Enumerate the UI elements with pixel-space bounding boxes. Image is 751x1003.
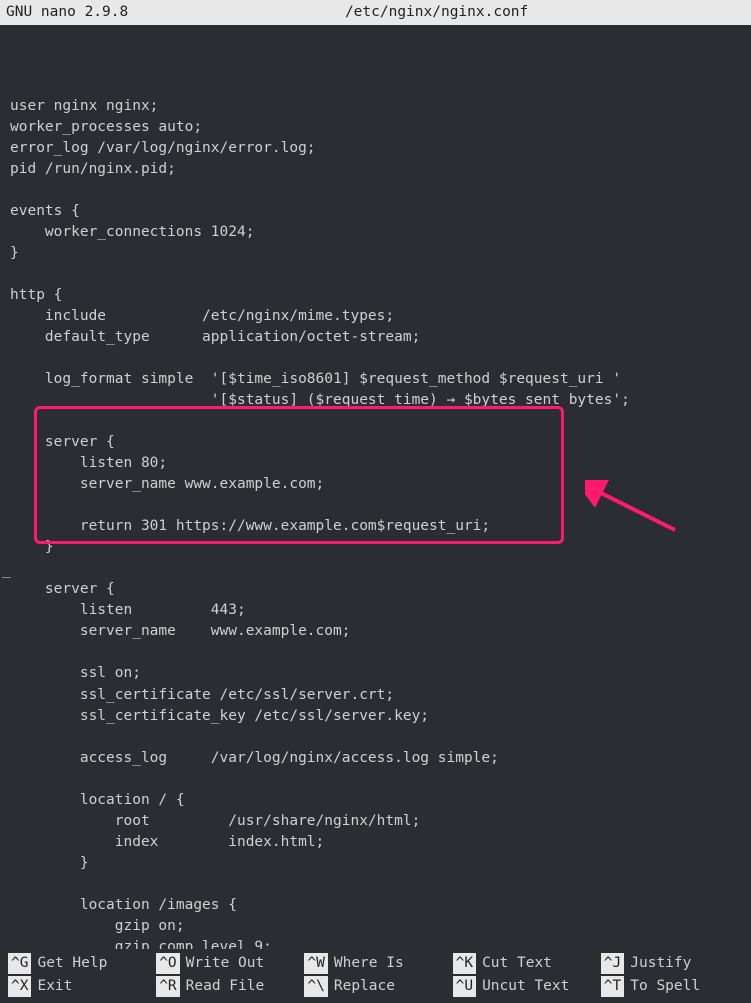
shortcut-key: ^O <box>156 953 179 974</box>
shortcut-key: ^W <box>304 953 327 974</box>
shortcut-label: Write Out <box>186 953 265 974</box>
shortcut-label: Where Is <box>334 953 404 974</box>
shortcut-exit[interactable]: ^X Exit <box>8 976 150 997</box>
shortcut-label: Cut Text <box>482 953 552 974</box>
shortcut-label: Justify <box>630 953 691 974</box>
shortcut-read-file[interactable]: ^R Read File <box>156 976 298 997</box>
shortcut-key: ^T <box>601 976 624 997</box>
titlebar: GNU nano 2.9.8 /etc/nginx/nginx.conf <box>0 0 751 25</box>
shortcut-label: Get Help <box>37 953 107 974</box>
shortcut-write-out[interactable]: ^O Write Out <box>156 953 298 974</box>
shortcut-replace[interactable]: ^\ Replace <box>304 976 446 997</box>
shortcut-bar: ^G Get Help ^O Write Out ^W Where Is ^K … <box>0 949 751 1003</box>
shortcut-key: ^U <box>453 976 476 997</box>
shortcut-key: ^R <box>156 976 179 997</box>
shortcut-to-spell[interactable]: ^T To Spell <box>601 976 743 997</box>
app-name: GNU nano 2.9.8 <box>6 2 128 23</box>
shortcut-key: ^\ <box>304 976 327 997</box>
shortcut-uncut-text[interactable]: ^U Uncut Text <box>453 976 595 997</box>
shortcut-label: To Spell <box>630 976 700 997</box>
shortcut-key: ^K <box>453 953 476 974</box>
shortcut-get-help[interactable]: ^G Get Help <box>8 953 150 974</box>
shortcut-key: ^G <box>8 953 31 974</box>
file-content: user nginx nginx; worker_processes auto;… <box>10 75 741 979</box>
shortcut-label: Uncut Text <box>482 976 569 997</box>
shortcut-label: Replace <box>334 976 395 997</box>
margin-indicator: _ <box>2 560 11 581</box>
shortcut-cut-text[interactable]: ^K Cut Text <box>453 953 595 974</box>
file-path: /etc/nginx/nginx.conf <box>128 2 745 23</box>
shortcut-label: Read File <box>186 976 265 997</box>
shortcut-justify[interactable]: ^J Justify <box>601 953 743 974</box>
shortcut-key: ^X <box>8 976 31 997</box>
shortcut-where-is[interactable]: ^W Where Is <box>304 953 446 974</box>
shortcut-key: ^J <box>601 953 624 974</box>
shortcut-label: Exit <box>37 976 72 997</box>
editor-viewport[interactable]: user nginx nginx; worker_processes auto;… <box>0 25 751 1000</box>
